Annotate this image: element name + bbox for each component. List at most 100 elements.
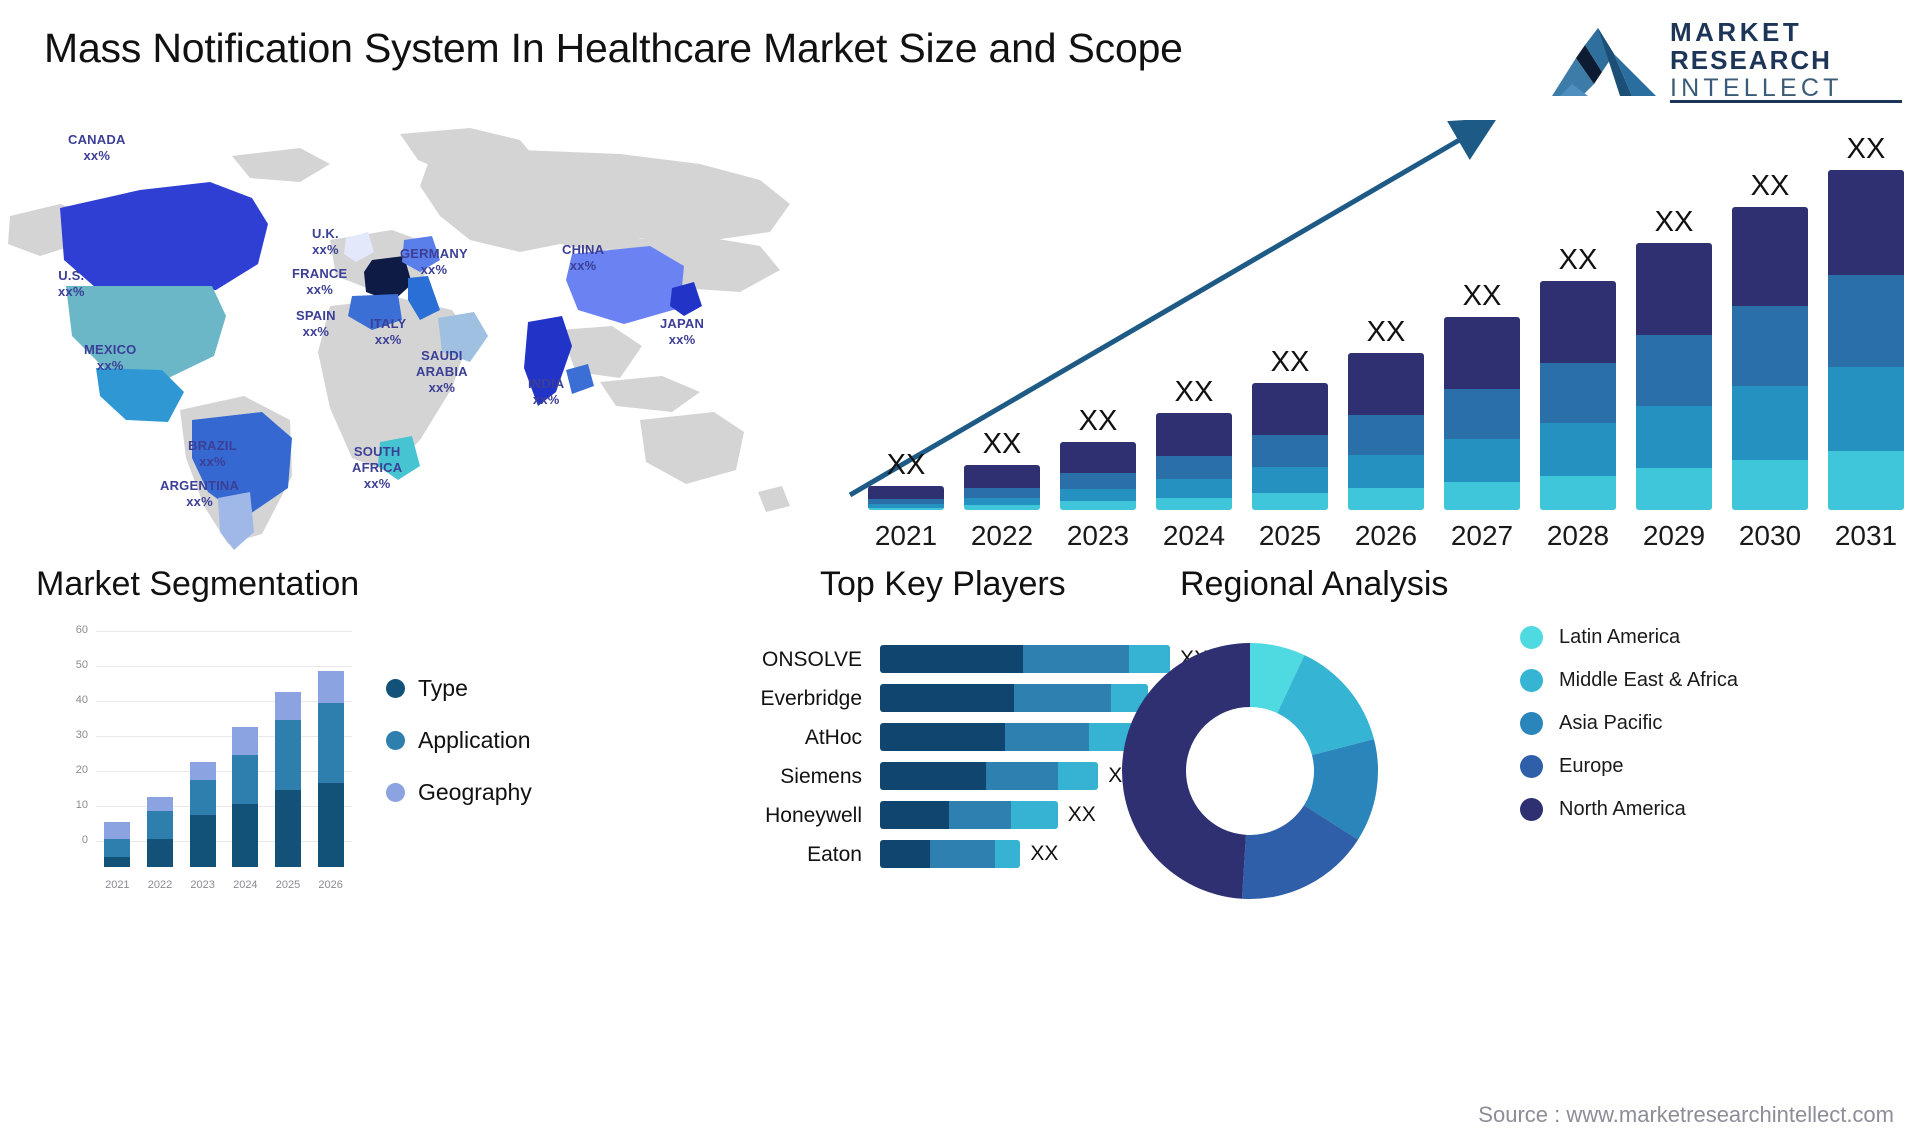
player-segment-part-a [880, 723, 1005, 751]
forecast-segment-segment-3 [1444, 439, 1520, 482]
regional-legend-label: Latin America [1559, 626, 1681, 648]
regional-legend-label: Middle East & Africa [1559, 669, 1738, 691]
map-label-argentina: ARGENTINA xx% [160, 478, 240, 509]
header: Mass Notification System In Healthcare M… [0, 0, 1920, 130]
map-label-spain: SPAIN xx% [296, 308, 336, 339]
forecast-segment-segment-3 [1348, 454, 1424, 488]
segmentation-bar-2022 [147, 797, 173, 867]
forecast-segment-segment-2 [1828, 275, 1904, 367]
forecast-bar-2021: XX [868, 444, 944, 510]
forecast-bar-value: XX [1558, 244, 1598, 277]
legend-swatch-icon [1520, 669, 1543, 692]
segmentation-x-tick: 2022 [147, 879, 173, 891]
segmentation-legend-label: Type [418, 675, 468, 701]
regional-legend-label: North America [1559, 798, 1686, 820]
forecast-bar-2027: XX [1444, 275, 1520, 510]
segmentation-x-tick: 2023 [190, 879, 215, 891]
regional-analysis-title: Regional Analysis [1180, 565, 1449, 603]
brand-line-research: RESEARCH [1670, 45, 1832, 76]
player-segment-part-b [948, 801, 1011, 829]
regional-analysis-legend: Latin America Middle East & Africa Asia Pa… [1520, 625, 1780, 840]
segmentation-segment-application [189, 779, 216, 815]
segmentation-gridline [96, 771, 352, 772]
segmentation-x-tick: 2026 [318, 879, 343, 891]
regional-legend-item: Middle East & Africa [1520, 668, 1780, 693]
segmentation-x-tick: 2021 [105, 879, 130, 891]
forecast-year-label: 2025 [1258, 520, 1322, 551]
forecast-bar-stack [1636, 243, 1712, 510]
segmentation-y-tick: 0 [81, 834, 88, 846]
forecast-segment-segment-3 [1060, 489, 1136, 502]
map-label-brazil: BRAZIL xx% [188, 438, 237, 469]
map-label-china: CHINA xx% [562, 242, 605, 273]
forecast-segment-segment-1-darkest [1156, 413, 1232, 457]
regional-legend-item: North America [1520, 797, 1780, 822]
player-name-label: Siemens [780, 765, 862, 788]
segmentation-bar-2025 [275, 692, 301, 867]
forecast-year-label: 2031 [1834, 520, 1898, 551]
forecast-bar-value: XX [1846, 133, 1886, 165]
map-label-uk: U.K. xx% [312, 226, 339, 257]
forecast-segment-segment-1-darkest [1252, 382, 1328, 436]
brand-logo: MARKET RESEARCH INTELLECT [1552, 18, 1902, 104]
forecast-segment-segment-2 [1348, 414, 1424, 455]
segmentation-legend-item: Geography [386, 779, 532, 806]
forecast-segment-segment-1-darkest [1060, 441, 1136, 474]
segmentation-bar-2026 [317, 671, 344, 867]
regional-legend-label: Europe [1559, 755, 1624, 777]
segmentation-segment-type [317, 783, 344, 867]
forecast-year-label: 2026 [1354, 520, 1418, 551]
segmentation-segment-type [147, 839, 173, 867]
forecast-segment-segment-1-darkest [1444, 316, 1520, 389]
segmentation-legend-item: Application [386, 727, 532, 754]
segmentation-segment-type [104, 856, 131, 867]
forecast-segment-segment-2 [1636, 335, 1712, 407]
forecast-year-label: 2027 [1450, 520, 1514, 551]
segmentation-y-tick: 50 [75, 659, 88, 671]
forecast-bar-value: XX [1270, 345, 1310, 378]
forecast-segment-segment-2 [1060, 473, 1136, 490]
brand-line-intellect: INTELLECT [1670, 74, 1843, 103]
forecast-segment-segment-1-darkest [964, 464, 1040, 488]
regional-analysis-panel: Regional Analysis Latin America Middle Ea… [1121, 565, 1910, 925]
map-label-canada: CANADA xx% [68, 132, 126, 163]
regional-donut-chart [1121, 643, 1378, 899]
segmentation-segment-geography [232, 727, 259, 755]
brand-underline [1670, 100, 1902, 103]
map-label-india: INDIA xx% [528, 376, 565, 407]
forecast-segment-segment-4-lightest [1060, 501, 1136, 510]
forecast-bar-stack [868, 485, 944, 510]
segmentation-bar-2021 [104, 821, 131, 867]
player-row: SiemensXX [660, 762, 1140, 792]
segmentation-gridline [96, 666, 352, 667]
segmentation-segment-application [275, 720, 301, 790]
forecast-bar-value: XX [1654, 206, 1694, 239]
legend-swatch-icon [1520, 755, 1543, 778]
forecast-segment-segment-2 [964, 487, 1040, 498]
segmentation-y-tick: 60 [75, 624, 88, 636]
segmentation-bar-2023 [189, 762, 216, 867]
forecast-segment-segment-4-lightest [1636, 468, 1712, 510]
forecast-segment-segment-4-lightest [1348, 487, 1424, 510]
forecast-bar-2026: XX [1348, 311, 1424, 510]
player-segment-part-a [880, 762, 986, 790]
player-segment-part-b [929, 840, 996, 868]
map-label-saudi-arabia: SAUDI ARABIA xx% [416, 348, 468, 395]
player-segment-part-b [986, 762, 1058, 790]
player-value-label: XX [1030, 842, 1059, 865]
forecast-bar-stack [1060, 441, 1136, 510]
world-map-panel: CANADA xx% U.S. xx% MEXICO xx% BRAZIL xx% AR… [0, 120, 820, 550]
segmentation-segment-geography [189, 762, 216, 780]
forecast-segment-segment-1-darkest [1540, 281, 1616, 364]
forecast-bar-stack [1444, 316, 1520, 510]
forecast-segment-segment-4-lightest [1252, 492, 1328, 510]
forecast-bar-2031: XX [1828, 128, 1904, 510]
player-name-label: Honeywell [765, 804, 862, 827]
map-label-germany: GERMANY xx% [400, 246, 468, 277]
forecast-bar-value: XX [1078, 404, 1118, 437]
map-label-south-africa: SOUTH AFRICA xx% [352, 444, 403, 491]
player-segment-part-a [880, 645, 1024, 673]
forecast-segment-segment-4-lightest [964, 505, 1040, 510]
forecast-bar-2028: XX [1540, 239, 1616, 510]
segmentation-segment-type [189, 814, 216, 867]
